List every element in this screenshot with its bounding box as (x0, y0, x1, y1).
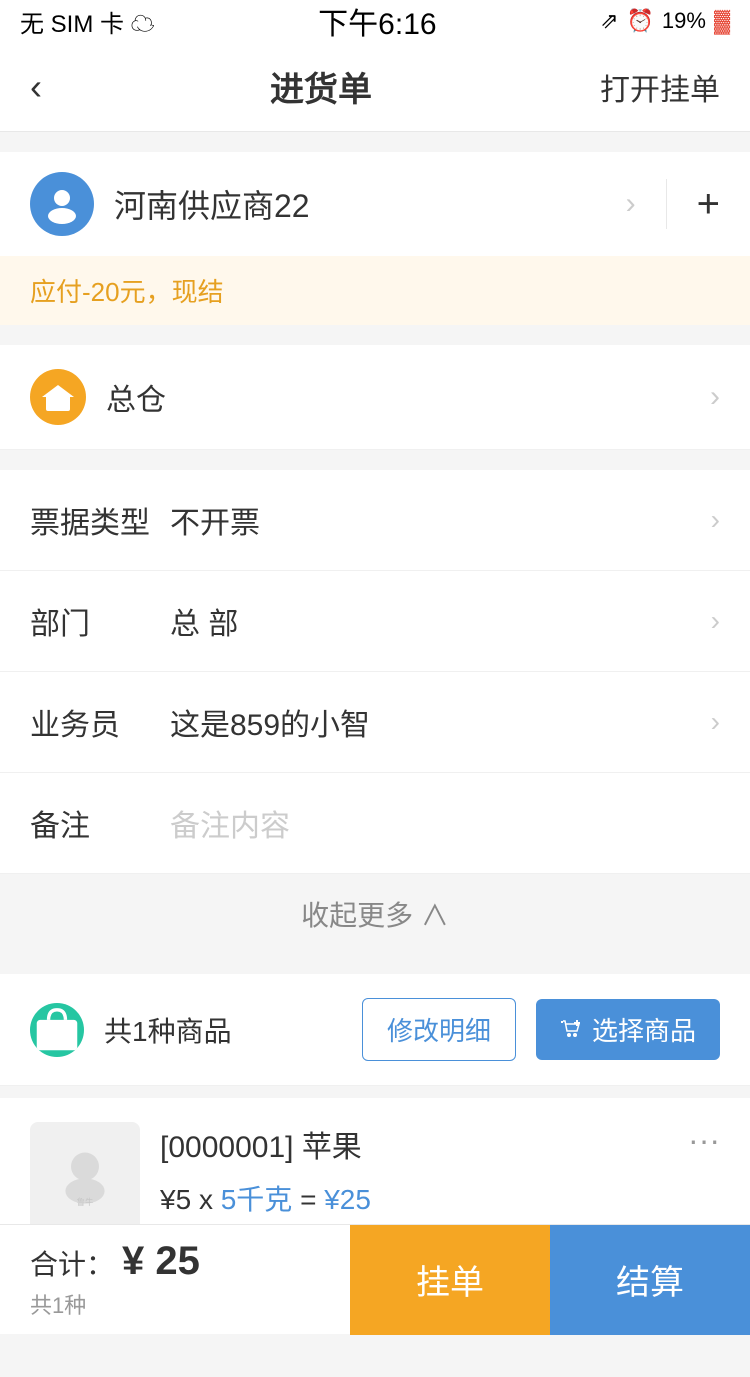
status-right: ⇗ ⏰ 19% ▓ (600, 8, 730, 34)
divider-3 (0, 954, 750, 974)
salesperson-label: 业务员 (30, 700, 170, 744)
product-image-placeholder: 鲁牛 (50, 1142, 120, 1212)
product-menu-button[interactable]: ··· (688, 1122, 720, 1159)
warehouse-row[interactable]: 总仓 › (0, 345, 750, 450)
notes-row[interactable]: 备注 备注内容 (0, 773, 750, 874)
products-count: 共1种商品 (104, 1010, 342, 1050)
page-title: 进货单 (270, 62, 372, 111)
checkout-button[interactable]: 结算 (550, 1225, 750, 1335)
product-name: [0000001] 苹果 (160, 1122, 668, 1166)
salesperson-chevron-icon: › (711, 706, 720, 738)
status-time: 下午6:16 (318, 0, 436, 43)
notes-value[interactable]: 备注内容 (170, 801, 720, 845)
salesperson-value: 这是859的小智 (170, 700, 711, 744)
supplier-avatar (30, 172, 94, 236)
supplier-section: 河南供应商22 › + 应付-20元，现结 (0, 152, 750, 325)
battery-label: 19% (662, 8, 706, 34)
notes-label: 备注 (30, 801, 170, 845)
invoice-chevron-icon: › (711, 504, 720, 536)
location-icon: ⇗ (600, 8, 618, 34)
supplier-name: 河南供应商22 (114, 181, 626, 227)
pend-button[interactable]: 挂单 (350, 1225, 550, 1335)
form-section: 票据类型 不开票 › 部门 总 部 › 业务员 这是859的小智 › 备注 备注… (0, 470, 750, 874)
supplier-divider (666, 179, 667, 229)
shopping-bag-icon (30, 1003, 84, 1057)
select-product-label: 选择商品 (592, 1011, 696, 1048)
salesperson-row[interactable]: 业务员 这是859的小智 › (0, 672, 750, 773)
footer: 合计： ¥ 25 共1种 挂单 结算 (0, 1224, 750, 1334)
warehouse-icon (42, 381, 74, 413)
alarm-icon: ⏰ (627, 8, 654, 34)
user-icon (42, 184, 82, 224)
department-row[interactable]: 部门 总 部 › (0, 571, 750, 672)
footer-total: 合计： ¥ 25 共1种 (0, 1239, 350, 1320)
status-left: 无 SIM 卡 ☁ (20, 4, 155, 39)
supplier-chevron-icon: › (626, 187, 636, 221)
svg-text:鲁牛: 鲁牛 (77, 1197, 94, 1207)
invoice-type-label: 票据类型 (30, 498, 170, 542)
invoice-type-value: 不开票 (170, 498, 711, 542)
divider-1 (0, 325, 750, 345)
product-price: ¥5 x 5千克 = ¥25 (160, 1178, 668, 1218)
edit-details-button[interactable]: 修改明细 (362, 998, 516, 1061)
department-chevron-icon: › (711, 605, 720, 637)
nav-bar: ‹ 进货单 打开挂单 (0, 42, 750, 132)
product-thumbnail: 鲁牛 (30, 1122, 140, 1232)
product-info: [0000001] 苹果 ¥5 x 5千克 = ¥25 (160, 1122, 668, 1218)
warehouse-icon-circle (30, 369, 86, 425)
top-divider (0, 132, 750, 152)
select-product-button[interactable]: 选择商品 (536, 999, 720, 1060)
department-value: 总 部 (170, 599, 711, 643)
back-button[interactable]: ‹ (30, 66, 42, 108)
warehouse-chevron-icon: › (710, 380, 720, 414)
department-label: 部门 (30, 599, 170, 643)
warehouse-name: 总仓 (106, 375, 710, 419)
divider-2 (0, 450, 750, 470)
total-amount: ¥ 25 (122, 1239, 200, 1284)
sim-wifi-label: 无 SIM 卡 ☁ (20, 4, 155, 39)
battery-icon: ▓ (714, 8, 730, 34)
supplier-row[interactable]: 河南供应商22 › + (0, 152, 750, 256)
invoice-type-row[interactable]: 票据类型 不开票 › (0, 470, 750, 571)
notice-banner: 应付-20元，现结 (0, 256, 750, 325)
footer-sub: 共1种 (30, 1288, 320, 1320)
status-bar: 无 SIM 卡 ☁ 下午6:16 ⇗ ⏰ 19% ▓ (0, 0, 750, 42)
total-label: 合计： (30, 1243, 114, 1283)
add-supplier-button[interactable]: + (697, 182, 720, 227)
collapse-button[interactable]: 收起更多 ∧ (0, 874, 750, 954)
footer-total-row: 合计： ¥ 25 (30, 1239, 320, 1284)
supplier-actions: › + (626, 179, 720, 229)
products-icon-circle (30, 1003, 84, 1057)
open-pending-button[interactable]: 打开挂单 (600, 65, 720, 109)
cart-plus-icon (560, 1018, 584, 1042)
products-header: 共1种商品 修改明细 选择商品 (0, 974, 750, 1086)
